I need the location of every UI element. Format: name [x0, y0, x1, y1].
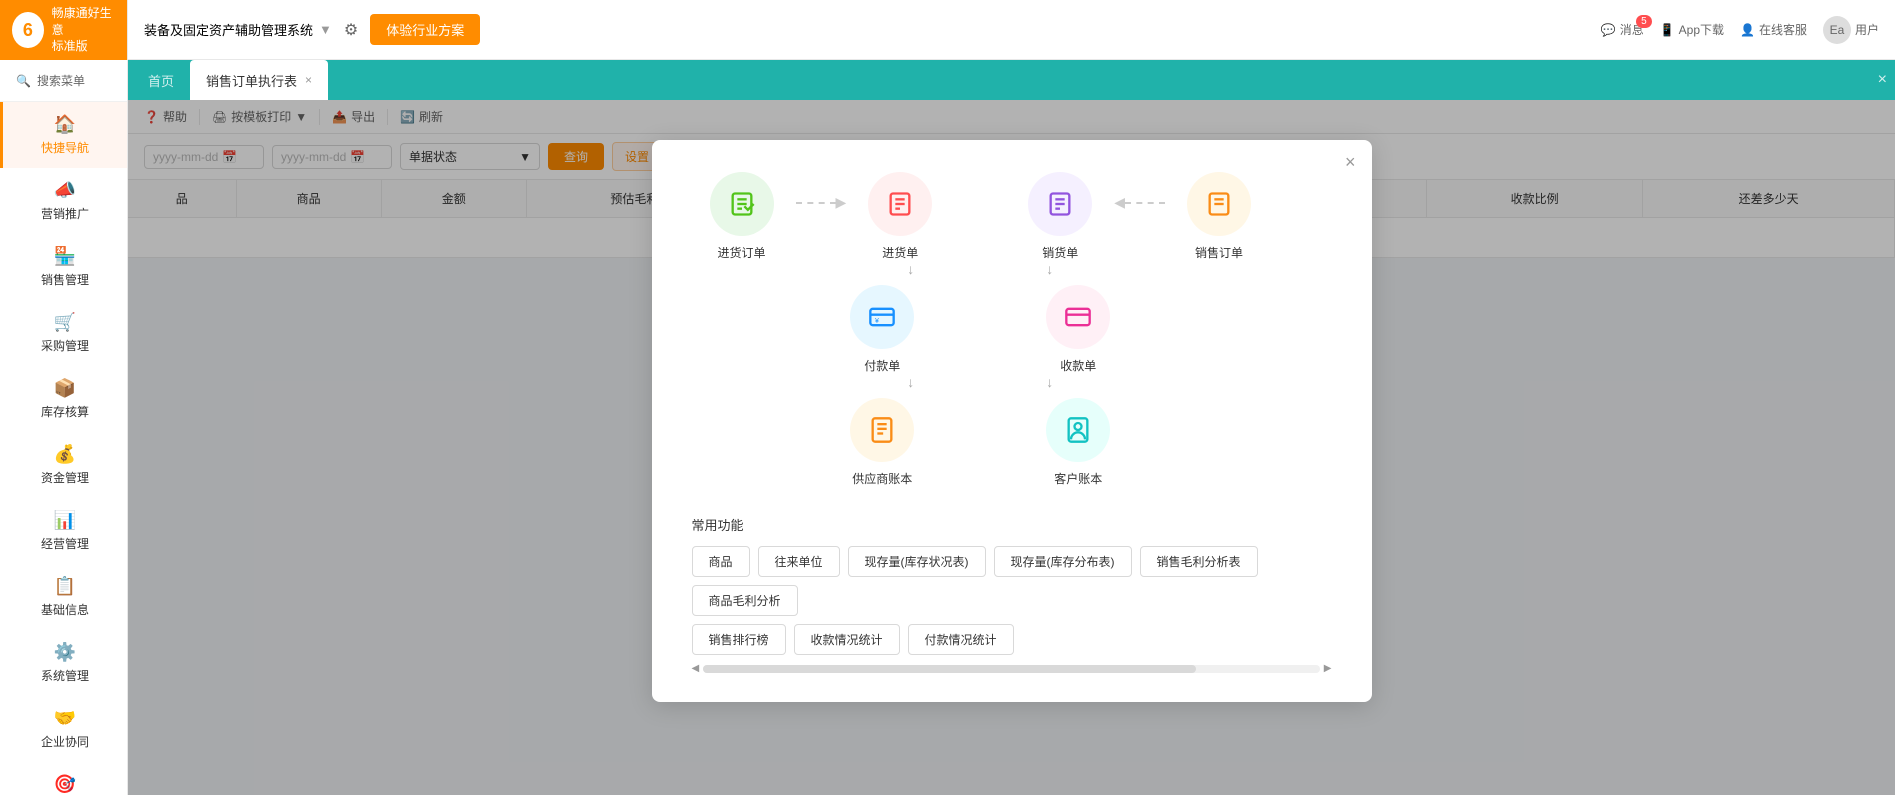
common-functions: 常用功能 商品 往来单位 现存量(库存状况表) 现存量(库存分布表) 销售毛利分…: [692, 515, 1332, 655]
experience-button[interactable]: 体验行业方案: [370, 14, 480, 45]
flow-sales-bill[interactable]: 销货单: [1010, 172, 1110, 261]
flow-supplier-ledger[interactable]: 供应商账本: [832, 398, 932, 487]
message-badge: 5: [1636, 15, 1652, 28]
sales-order-icon: [1187, 172, 1251, 236]
func-btn-0[interactable]: 商品: [692, 546, 750, 577]
func-btn-4[interactable]: 销售毛利分析表: [1140, 546, 1258, 577]
flow-receipt-bill[interactable]: 收款单: [1028, 285, 1128, 374]
arrow-order-to-bill: ▶: [796, 194, 847, 239]
flow-purchase-bill[interactable]: 进货单: [850, 172, 950, 261]
inventory-icon: 📦: [54, 378, 76, 399]
function-buttons: 商品 往来单位 现存量(库存状况表) 现存量(库存分布表) 销售毛利分析表 商品…: [692, 546, 1332, 616]
topbar: 装备及固定资产辅助管理系统 ▼ ⚙ 体验行业方案 💬 消息 5 📱 App下载 …: [128, 0, 1895, 60]
enterprise-icon: 🤝: [54, 708, 76, 729]
sidebar-item-purchase[interactable]: 🛒 采购管理: [0, 300, 127, 366]
close-all-tabs[interactable]: ×: [1878, 71, 1887, 89]
flow-payment-bill[interactable]: ¥ 付款单: [832, 285, 932, 374]
func-btn-1[interactable]: 往来单位: [758, 546, 840, 577]
operation-icon: 📊: [54, 510, 76, 531]
svg-text:¥: ¥: [875, 318, 879, 325]
customer-ledger-icon: [1046, 398, 1110, 462]
supplier-ledger-icon: [850, 398, 914, 462]
app-download-action[interactable]: 📱 App下载: [1660, 21, 1724, 38]
sidebar-item-sales[interactable]: 🏪 销售管理: [0, 234, 127, 300]
scroll-track: [703, 665, 1320, 673]
tab-home[interactable]: 首页: [132, 60, 190, 100]
search-icon: 🔍: [16, 74, 31, 88]
popup-overlay: ×: [128, 100, 1895, 795]
flow-sales-order[interactable]: 销售订单: [1169, 172, 1269, 261]
func-btn-6[interactable]: 销售排行榜: [692, 624, 786, 655]
quick-nav-icon: 🏠: [54, 114, 76, 135]
message-icon: 💬: [1601, 23, 1616, 37]
function-buttons-row2: 销售排行榜 收款情况统计 付款情况统计: [692, 624, 1332, 655]
user-avatar: Ea: [1823, 16, 1851, 44]
sidebar-item-marketing[interactable]: 📣 营销推广: [0, 168, 127, 234]
sidebar-item-newbie[interactable]: 🎯 新手引导: [0, 762, 127, 795]
logo-icon: 6: [12, 12, 44, 48]
popup-close-button[interactable]: ×: [1345, 152, 1356, 173]
flow-popup: ×: [652, 140, 1372, 702]
search-menu-button[interactable]: 🔍 搜索菜单: [8, 68, 119, 93]
func-btn-7[interactable]: 收款情况统计: [794, 624, 900, 655]
dropdown-icon: ▼: [319, 22, 332, 37]
logo-text: 畅康通好生意 标准版: [52, 5, 115, 55]
system-icon: ⚙️: [54, 642, 76, 663]
sidebar: 6 畅康通好生意 标准版 🔍 搜索菜单 🏠 快捷导航 📣 营销推广 🏪: [0, 0, 128, 795]
purchase-bill-icon: [868, 172, 932, 236]
finance-icon: 💰: [54, 444, 76, 465]
sales-bill-icon: [1028, 172, 1092, 236]
scroll-left-arrow[interactable]: ◀: [692, 663, 700, 674]
sales-icon: 🏪: [54, 246, 76, 267]
download-icon: 📱: [1660, 23, 1675, 37]
app-logo: 6 畅康通好生意 标准版: [0, 0, 127, 60]
sidebar-item-quick-nav[interactable]: 🏠 快捷导航: [0, 102, 127, 168]
basic-icon: 📋: [54, 576, 76, 597]
scroll-thumb: [703, 665, 1196, 673]
func-btn-8[interactable]: 付款情况统计: [908, 624, 1014, 655]
flow-customer-ledger[interactable]: 客户账本: [1028, 398, 1128, 487]
marketing-icon: 📣: [54, 180, 76, 201]
newbie-icon: 🎯: [54, 774, 76, 795]
popup-scrollbar[interactable]: ◀ ▶: [692, 663, 1332, 674]
func-btn-3[interactable]: 现存量(库存分布表): [994, 546, 1132, 577]
func-btn-2[interactable]: 现存量(库存状况表): [848, 546, 986, 577]
tab-sales-order[interactable]: 销售订单执行表 ×: [190, 60, 328, 100]
sidebar-nav: 🏠 快捷导航 📣 营销推广 🏪 销售管理 🛒 采购管理 📦 库存核算 💰: [0, 102, 127, 795]
system-title[interactable]: 装备及固定资产辅助管理系统 ▼: [144, 20, 332, 39]
topbar-actions: 💬 消息 5 📱 App下载 👤 在线客服 Ea 用户: [1601, 16, 1879, 44]
common-functions-title: 常用功能: [692, 515, 1332, 534]
sidebar-item-system[interactable]: ⚙️ 系统管理: [0, 630, 127, 696]
sidebar-search[interactable]: 🔍 搜索菜单: [0, 60, 127, 102]
sidebar-item-enterprise[interactable]: 🤝 企业协同: [0, 696, 127, 762]
settings-button[interactable]: ⚙: [344, 20, 358, 40]
tabbar: 首页 销售订单执行表 × ×: [128, 60, 1895, 100]
flow-diagram: 进货订单 ▶: [692, 172, 1332, 487]
main-area: 装备及固定资产辅助管理系统 ▼ ⚙ 体验行业方案 💬 消息 5 📱 App下载 …: [128, 0, 1895, 795]
purchase-icon: 🛒: [54, 312, 76, 333]
payment-bill-icon: ¥: [850, 285, 914, 349]
sidebar-item-finance[interactable]: 💰 资金管理: [0, 432, 127, 498]
content-area: ❓ 帮助 🖨 按模板打印 ▼ 📤 导出 🔄 刷新: [128, 100, 1895, 795]
service-icon: 👤: [1740, 23, 1755, 37]
scroll-right-arrow[interactable]: ▶: [1324, 663, 1332, 674]
user-action[interactable]: Ea 用户: [1823, 16, 1879, 44]
online-service-action[interactable]: 👤 在线客服: [1740, 21, 1807, 38]
sidebar-item-inventory[interactable]: 📦 库存核算: [0, 366, 127, 432]
purchase-order-icon: [710, 172, 774, 236]
func-btn-5[interactable]: 商品毛利分析: [692, 585, 798, 616]
sidebar-item-operation[interactable]: 📊 经营管理: [0, 498, 127, 564]
receipt-bill-icon: [1046, 285, 1110, 349]
sidebar-item-basic[interactable]: 📋 基础信息: [0, 564, 127, 630]
flow-purchase-order[interactable]: 进货订单: [692, 172, 792, 261]
message-action[interactable]: 💬 消息 5: [1601, 21, 1644, 38]
tab-close-icon[interactable]: ×: [305, 73, 312, 87]
